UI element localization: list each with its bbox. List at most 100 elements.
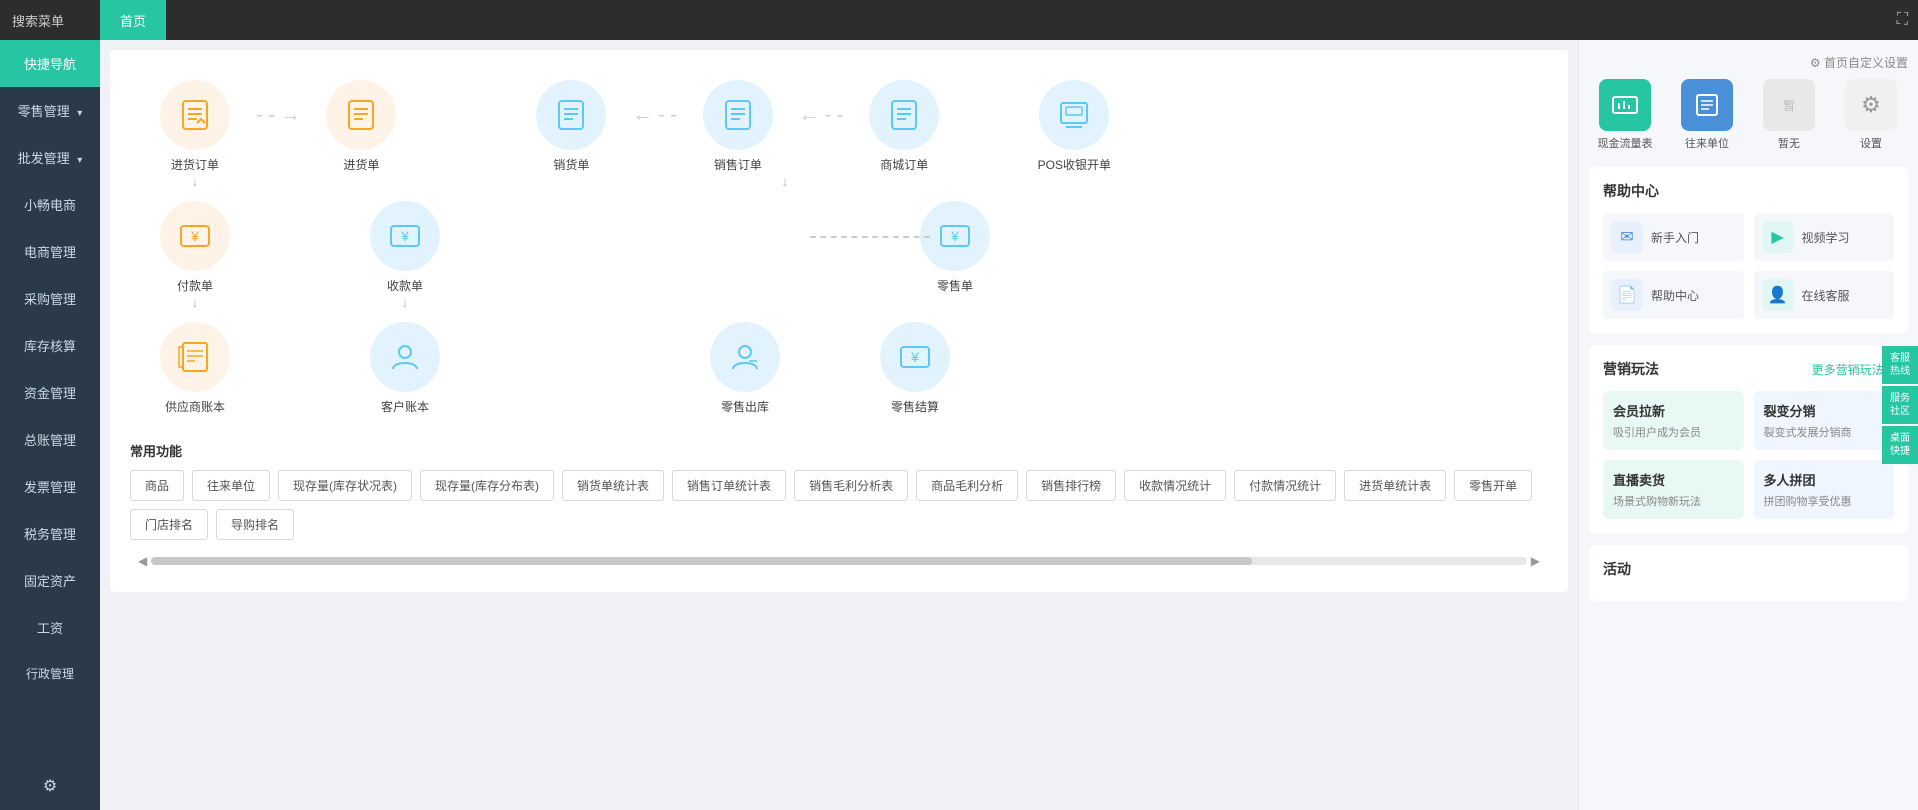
sidebar-item-retail[interactable]: 零售管理 ▾ bbox=[0, 87, 100, 134]
func-btn-sales-profit[interactable]: 销售毛利分析表 bbox=[794, 470, 908, 501]
func-btn-stock-status[interactable]: 现存量(库存状况表) bbox=[278, 470, 412, 501]
sidebar-item-ecommerce[interactable]: 电商管理 bbox=[0, 228, 100, 275]
sidebar-item-tax[interactable]: 税务管理 bbox=[0, 510, 100, 557]
node-sales-order[interactable]: 销售订单 bbox=[673, 80, 803, 173]
node-retail-out[interactable]: 零售出库 bbox=[680, 322, 810, 415]
marketing-item-group[interactable]: 多人拼团 拼团购物享受优惠 bbox=[1754, 460, 1895, 519]
help-item-beginner[interactable]: ✉ 新手入门 bbox=[1603, 213, 1744, 261]
node-circle-retail-settle: ¥ bbox=[880, 322, 950, 392]
marketing-item-desc-live: 场景式购物新玩法 bbox=[1613, 493, 1734, 509]
sidebar-item-salary[interactable]: 工资 bbox=[0, 604, 100, 651]
node-circle-supplier-book bbox=[160, 322, 230, 392]
node-receipt[interactable]: ¥ 收款单 bbox=[340, 201, 470, 294]
node-supplier-book[interactable]: 供应商账本 bbox=[130, 322, 260, 415]
func-btn-purchase-stat[interactable]: 进货单统计表 bbox=[1344, 470, 1446, 501]
help-section: 帮助中心 ✉ 新手入门 ▶ 视频学习 📄 帮助中心 👤 bbox=[1589, 167, 1908, 333]
sidebar-item-quick-nav[interactable]: 快捷导航 bbox=[0, 40, 100, 87]
node-payment[interactable]: ¥ 付款单 bbox=[130, 201, 260, 294]
float-btn-service[interactable]: 客服热线 bbox=[1882, 346, 1918, 384]
marketing-item-title-member: 会员拉新 bbox=[1613, 401, 1734, 420]
sidebar-item-ledger[interactable]: 总账管理 bbox=[0, 416, 100, 463]
sidebar-item-inventory[interactable]: 库存核算 bbox=[0, 322, 100, 369]
node-retail-order[interactable]: ¥ 零售单 bbox=[890, 201, 1020, 294]
node-label-pos: POS收银开单 bbox=[1038, 156, 1111, 173]
scroll-right-arrow[interactable]: ▶ bbox=[1527, 554, 1544, 568]
marketing-item-fission[interactable]: 裂变分销 裂变式发展分销商 bbox=[1754, 391, 1895, 450]
node-label-receipt: 收款单 bbox=[387, 277, 423, 294]
node-label-sales-bill: 销货单 bbox=[553, 156, 589, 173]
func-btn-partner[interactable]: 往来单位 bbox=[192, 470, 270, 501]
quick-icon-empty[interactable]: 暂 暂无 bbox=[1753, 79, 1825, 151]
common-functions-title: 常用功能 bbox=[130, 441, 1548, 460]
sidebar-item-finance[interactable]: 资金管理 bbox=[0, 369, 100, 416]
sidebar-item-invoice[interactable]: 发票管理 bbox=[0, 463, 100, 510]
scroll-track[interactable] bbox=[151, 557, 1527, 565]
scroll-left-arrow[interactable]: ◀ bbox=[134, 554, 151, 568]
node-pos[interactable]: POS收银开单 bbox=[1009, 80, 1139, 173]
func-btn-payment-stat[interactable]: 付款情况统计 bbox=[1234, 470, 1336, 501]
quick-icon-partner[interactable]: 往来单位 bbox=[1671, 79, 1743, 151]
quick-icon-label-partner: 往来单位 bbox=[1685, 135, 1729, 151]
top-bar-right: ⛶ bbox=[1897, 11, 1918, 29]
func-btn-guide-rank[interactable]: 导购排名 bbox=[216, 509, 294, 540]
activity-title: 活动 bbox=[1603, 559, 1894, 579]
node-customer-book[interactable]: 客户账本 bbox=[340, 322, 470, 415]
quick-icon-box-empty: 暂 bbox=[1763, 79, 1815, 131]
node-label-purchase-bill: 进货单 bbox=[343, 156, 379, 173]
node-circle-pos bbox=[1039, 80, 1109, 150]
main-panel: 进货订单 - - → 进货单 bbox=[100, 40, 1578, 810]
help-label-online: 在线客服 bbox=[1802, 287, 1850, 304]
marketing-item-live[interactable]: 直播卖货 场景式购物新玩法 bbox=[1603, 460, 1744, 519]
func-btn-receipt-stat[interactable]: 收款情况统计 bbox=[1124, 470, 1226, 501]
node-shop-order[interactable]: 商城订单 bbox=[839, 80, 969, 173]
marketing-item-member[interactable]: 会员拉新 吸引用户成为会员 bbox=[1603, 391, 1744, 450]
marketing-item-title-fission: 裂变分销 bbox=[1764, 401, 1885, 420]
node-label-shop-order: 商城订单 bbox=[880, 156, 928, 173]
func-btn-retail-order[interactable]: 零售开单 bbox=[1454, 470, 1532, 501]
node-purchase-order[interactable]: 进货订单 bbox=[130, 80, 260, 173]
help-item-online[interactable]: 👤 在线客服 bbox=[1754, 271, 1895, 319]
func-btn-sales-rank[interactable]: 销售排行榜 bbox=[1026, 470, 1116, 501]
node-sales-bill[interactable]: 销货单 bbox=[506, 80, 636, 173]
customize-button[interactable]: ⚙ 首页自定义设置 bbox=[1810, 54, 1908, 71]
func-btn-sales-stat[interactable]: 销货单统计表 bbox=[562, 470, 664, 501]
sidebar-settings-button[interactable]: ⚙ bbox=[0, 762, 100, 810]
flow-diagram: 进货订单 - - → 进货单 bbox=[130, 70, 1548, 425]
func-btn-goods[interactable]: 商品 bbox=[130, 470, 184, 501]
sidebar-item-fixed-assets[interactable]: 固定资产 bbox=[0, 557, 100, 604]
quick-icon-settings[interactable]: ⚙ 设置 bbox=[1835, 79, 1907, 151]
help-grid: ✉ 新手入门 ▶ 视频学习 📄 帮助中心 👤 在线客服 bbox=[1603, 213, 1894, 319]
help-item-video[interactable]: ▶ 视频学习 bbox=[1754, 213, 1895, 261]
quick-icon-cashflow[interactable]: 现金流量表 bbox=[1589, 79, 1661, 151]
float-btn-community[interactable]: 服务社区 bbox=[1882, 386, 1918, 424]
sidebar-item-admin[interactable]: 行政管理 bbox=[0, 651, 100, 696]
func-btn-stock-dist[interactable]: 现存量(库存分布表) bbox=[420, 470, 554, 501]
help-label-video: 视频学习 bbox=[1802, 229, 1850, 246]
func-btn-sales-order-stat[interactable]: 销售订单统计表 bbox=[672, 470, 786, 501]
sidebar-item-purchase[interactable]: 采购管理 bbox=[0, 275, 100, 322]
sidebar-item-wholesale[interactable]: 批发管理 ▾ bbox=[0, 134, 100, 181]
func-btn-goods-profit[interactable]: 商品毛利分析 bbox=[916, 470, 1018, 501]
sidebar-item-ecommerce-small[interactable]: 小畅电商 bbox=[0, 181, 100, 228]
node-purchase-bill[interactable]: 进货单 bbox=[296, 80, 426, 173]
tab-home[interactable]: 首页 bbox=[100, 0, 166, 40]
activity-section: 活动 bbox=[1589, 545, 1908, 601]
help-label-beginner: 新手入门 bbox=[1651, 229, 1699, 246]
svg-text:¥: ¥ bbox=[950, 228, 959, 244]
func-btn-store-rank[interactable]: 门店排名 bbox=[130, 509, 208, 540]
node-label-customer-book: 客户账本 bbox=[381, 398, 429, 415]
help-icon-online: 👤 bbox=[1762, 279, 1794, 311]
fullscreen-button[interactable]: ⛶ bbox=[1897, 11, 1908, 28]
right-panel: ⚙ 首页自定义设置 现金流量表 往来单位 暂 bbox=[1578, 40, 1918, 810]
marketing-item-desc-fission: 裂变式发展分销商 bbox=[1764, 424, 1885, 440]
float-btn-desktop[interactable]: 桌面快捷 bbox=[1882, 426, 1918, 464]
node-label-payment: 付款单 bbox=[177, 277, 213, 294]
marketing-title: 营销玩法 bbox=[1603, 359, 1659, 379]
node-circle-receipt: ¥ bbox=[370, 201, 440, 271]
content-area: 进货订单 - - → 进货单 bbox=[100, 40, 1918, 810]
search-menu[interactable]: 搜索菜单 bbox=[0, 0, 100, 40]
help-item-center[interactable]: 📄 帮助中心 bbox=[1603, 271, 1744, 319]
node-retail-settle[interactable]: ¥ 零售结算 bbox=[850, 322, 980, 415]
common-functions: 常用功能 商品 往来单位 现存量(库存状况表) 现存量(库存分布表) 销货单统计… bbox=[130, 441, 1548, 540]
quick-icon-label-empty: 暂无 bbox=[1778, 135, 1800, 151]
